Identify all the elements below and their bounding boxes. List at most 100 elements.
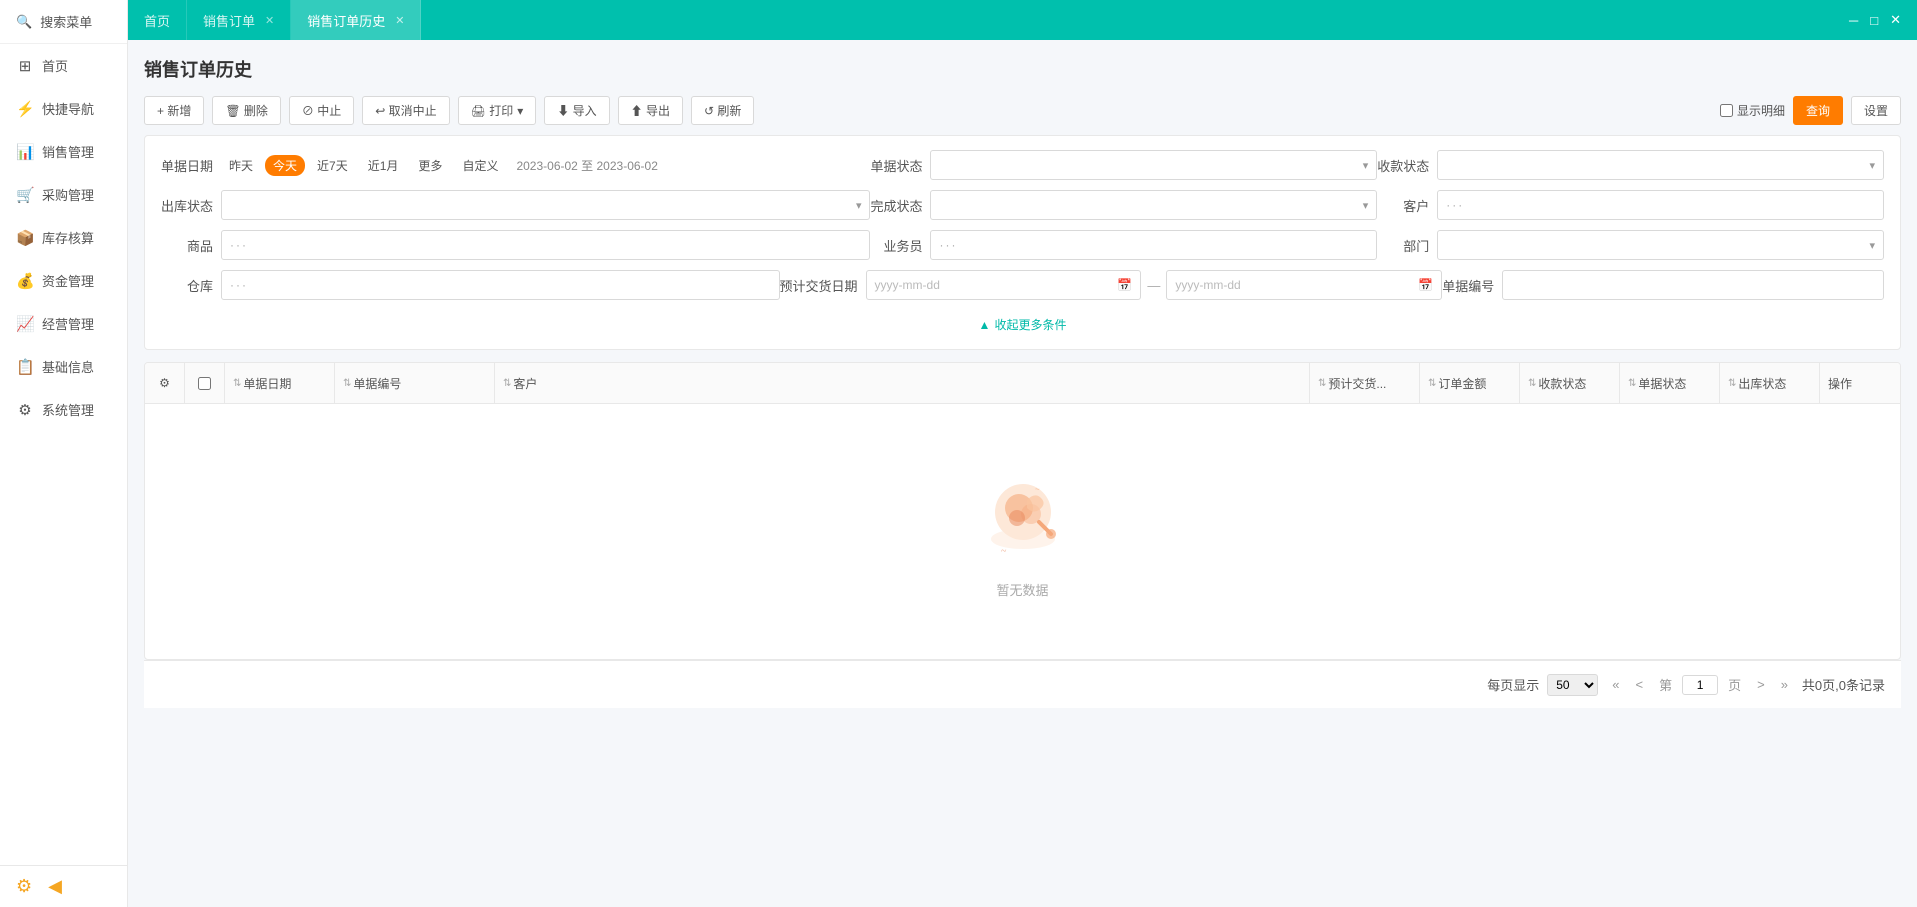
home-icon: ⊞ [16,57,34,75]
next-page-btn[interactable]: > [1751,675,1771,694]
calendar-icon-start[interactable]: 📅 [1117,278,1132,292]
sidebar-item-home[interactable]: ⊞首页 [0,44,127,87]
settings-button[interactable]: 设置 [1851,96,1901,125]
outbound-control[interactable]: ▾ [221,190,870,220]
refresh-button[interactable]: ↺ 刷新 [691,96,754,125]
col-docno[interactable]: ⇅ 单据编号 [335,363,495,403]
delivery-date-start[interactable]: yyyy-mm-dd 📅 [866,270,1142,300]
window-maximize[interactable]: □ [1870,13,1878,28]
window-minimize[interactable]: ─ [1849,13,1858,28]
sidebar-collapse-icon[interactable]: ◀ [48,876,62,897]
col-customer-label: 客户 [513,375,537,392]
docnumber-label: 单据编号 [1442,276,1502,295]
department-control[interactable]: ▾ [1437,230,1884,260]
topbar: 首页销售订单✕ 销售订单历史 ✕ ─ □ ✕ [128,0,1917,40]
sort-icon-docstatus: ⇅ [1628,378,1636,389]
sidebar-settings-icon[interactable]: ⚙ [16,876,32,897]
date-tag-近7天[interactable]: 近7天 [309,155,356,176]
collapse-row[interactable]: ▲ 收起更多条件 [161,310,1884,335]
last-page-btn[interactable]: » [1775,675,1794,694]
delete-button[interactable]: 🗑 删除 [212,96,281,125]
sidebar-item-operation[interactable]: 📈经营管理 [0,302,127,345]
docnumber-control[interactable] [1502,270,1884,300]
tab-close-sales-order-history[interactable]: ✕ [395,14,404,27]
col-delivery[interactable]: ⇅ 预计交货... [1310,363,1420,403]
print-button[interactable]: 🖨 打印 ▾ [458,96,537,125]
stop-button[interactable]: ⊘ 中止 [289,96,354,125]
first-page-btn[interactable]: « [1606,675,1625,694]
salesperson-label: 业务员 [870,236,930,255]
date-tag-更多[interactable]: 更多 [410,155,450,176]
sort-icon-receipt: ⇅ [1528,378,1536,389]
product-control[interactable]: ··· [221,230,870,260]
warehouse-control[interactable]: ··· [221,270,780,300]
department-label: 部门 [1377,236,1437,255]
tab-label-sales-order-history: 销售订单历史 [307,11,385,30]
current-page-input[interactable] [1682,675,1718,695]
filter-item-docnumber: 单据编号 [1442,270,1884,300]
col-amount[interactable]: ⇅ 订单金额 [1420,363,1520,403]
show-detail-checkbox[interactable]: 显示明细 [1720,102,1785,119]
select-all-checkbox[interactable] [198,377,211,390]
page-size-select[interactable]: 20 50 100 200 [1547,674,1598,696]
doc-status-control[interactable]: ▾ [930,150,1377,180]
sort-icon-amount: ⇅ [1428,378,1436,389]
col-amount-label: 订单金额 [1438,375,1486,392]
doc-status-label: 单据状态 [870,156,930,175]
col-date[interactable]: ⇅ 单据日期 [225,363,335,403]
sidebar-search[interactable]: 🔍 搜索菜单 [0,0,127,44]
sidebar-item-sales[interactable]: 📊销售管理 [0,130,127,173]
topbar-tabs: 首页销售订单✕ 销售订单历史 ✕ [128,0,421,40]
sales-label: 销售管理 [42,142,94,161]
export-button[interactable]: ⬆ 导出 [618,96,683,125]
delivery-date-start-placeholder: yyyy-mm-dd [875,278,940,292]
show-detail-input[interactable] [1720,104,1733,117]
filter-row-2: 出库状态 ▾ 完成状态 ▾ 客户 ··· [161,190,1884,220]
sidebar-item-purchase[interactable]: 🛒采购管理 [0,173,127,216]
sidebar-search-label: 搜索菜单 [40,12,92,31]
date-tag-近1月[interactable]: 近1月 [360,155,407,176]
sidebar-item-system[interactable]: ⚙系统管理 [0,388,127,431]
tab-home[interactable]: 首页 [128,0,187,40]
calendar-icon-end[interactable]: 📅 [1418,278,1433,292]
window-close[interactable]: ✕ [1890,12,1901,28]
query-button[interactable]: 查询 [1793,96,1843,125]
col-receipt-status[interactable]: ⇅ 收款状态 [1520,363,1620,403]
date-tag-今天[interactable]: 今天 [265,155,305,176]
sort-icon-delivery: ⇅ [1318,378,1326,389]
tab-close-sales-order[interactable]: ✕ [265,14,274,27]
col-docno-label: 单据编号 [353,375,401,392]
customer-control[interactable]: ··· [1437,190,1884,220]
prev-page-btn[interactable]: < [1629,675,1649,694]
page-prefix: 第 [1653,673,1678,696]
receipt-status-control[interactable]: ▾ [1437,150,1884,180]
salesperson-control[interactable]: ··· [930,230,1377,260]
tab-sales-order[interactable]: 销售订单✕ [187,0,291,40]
date-tag-昨天[interactable]: 昨天 [221,155,261,176]
sidebar-bottom: ⚙ ◀ [0,865,127,907]
search-icon: 🔍 [16,14,32,30]
col-settings[interactable]: ⚙ [145,363,185,403]
main-area: 首页销售订单✕销售订单历史 ✕ ─ □ ✕ 销售订单历史 + 新增 🗑 删除 ⊘ … [128,0,1917,907]
customer-label: 客户 [1377,196,1437,215]
svg-text:~: ~ [1001,546,1007,557]
complete-control[interactable]: ▾ [930,190,1377,220]
sidebar-item-quicknav[interactable]: ⚡快捷导航 [0,87,127,130]
col-checkbox[interactable] [185,363,225,403]
sidebar-item-inventory[interactable]: 📦库存核算 [0,216,127,259]
tab-sales-order-history[interactable]: 销售订单历史 ✕ [291,0,421,40]
sidebar-item-capital[interactable]: 💰资金管理 [0,259,127,302]
show-detail-label: 显示明细 [1737,102,1785,119]
sidebar-item-basic[interactable]: 📋基础信息 [0,345,127,388]
warehouse-label: 仓库 [161,276,221,295]
cancel-stop-button[interactable]: ↩ 取消中止 [362,96,449,125]
new-button[interactable]: + 新增 [144,96,204,125]
purchase-label: 采购管理 [42,185,94,204]
filter-item-receipt-status: 收款状态 ▾ [1377,150,1884,180]
import-button[interactable]: ⬇ 导入 [544,96,609,125]
col-customer[interactable]: ⇅ 客户 [495,363,1310,403]
col-doc-status[interactable]: ⇅ 单据状态 [1620,363,1720,403]
col-outbound[interactable]: ⇅ 出库状态 [1720,363,1820,403]
delivery-date-end[interactable]: yyyy-mm-dd 📅 [1166,270,1442,300]
date-tag-自定义[interactable]: 自定义 [454,155,506,176]
